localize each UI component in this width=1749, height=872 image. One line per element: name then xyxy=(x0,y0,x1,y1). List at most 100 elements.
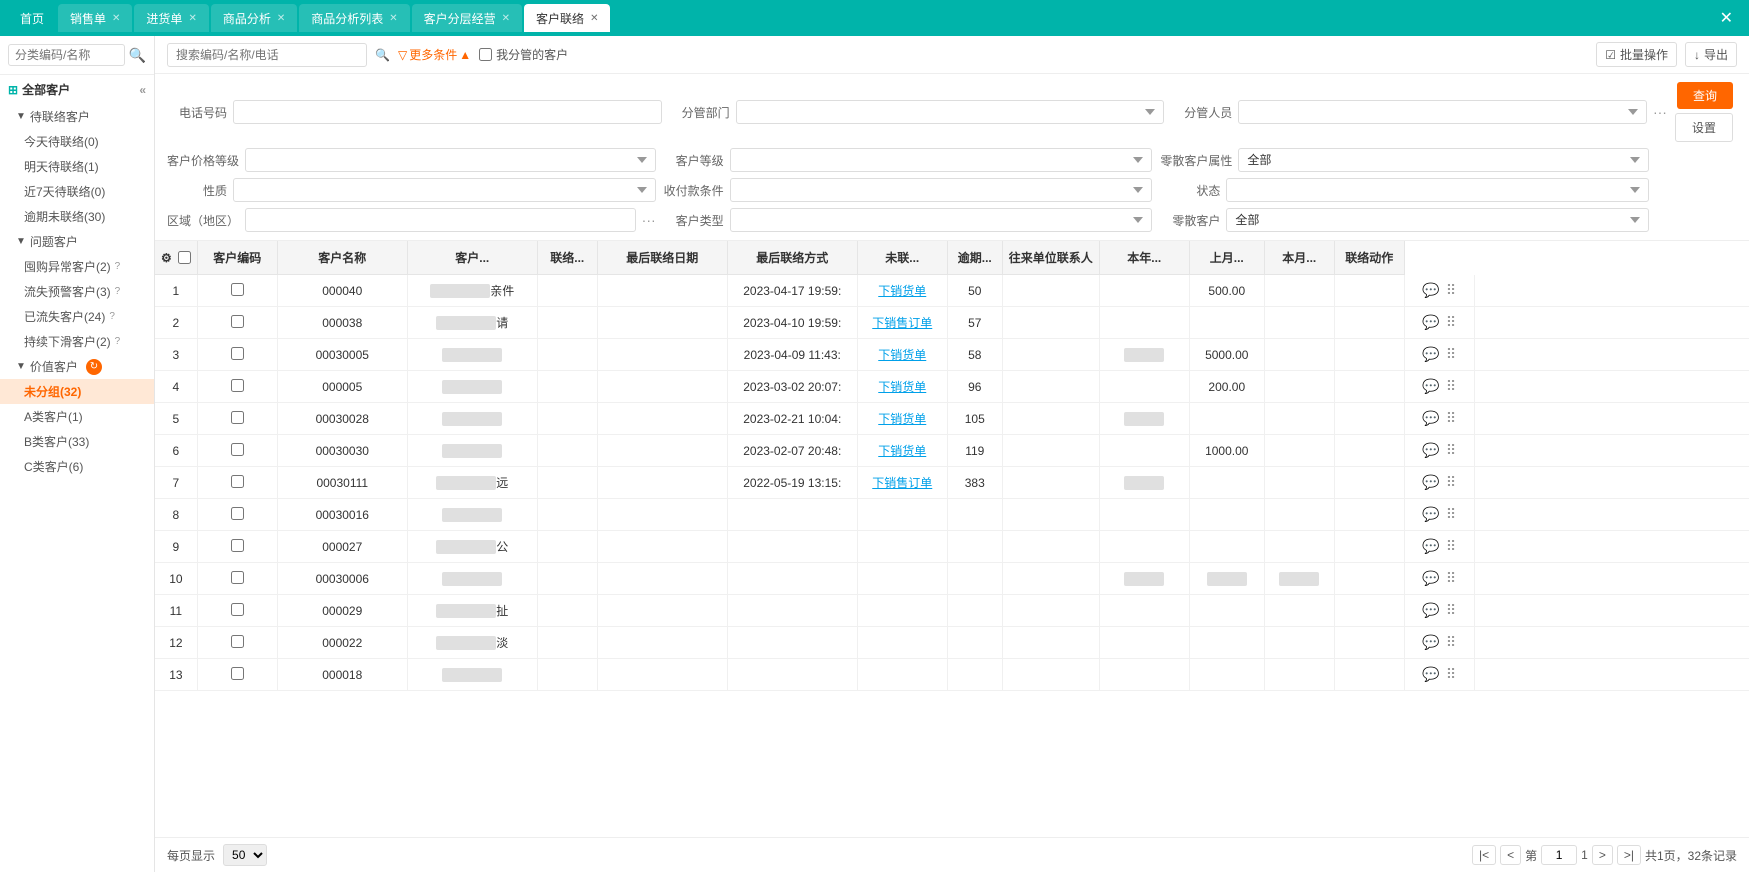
sidebar-item-abnormal[interactable]: 囤购异常客户(2) ? xyxy=(0,254,154,279)
grid-action-icon[interactable]: ⠿ xyxy=(1446,410,1456,427)
chat-icon[interactable]: 💬 xyxy=(1422,314,1439,331)
sidebar-search-input[interactable] xyxy=(8,44,125,66)
dept-select[interactable] xyxy=(736,100,1165,124)
row-checkbox[interactable] xyxy=(231,603,244,616)
col-thismonth-header[interactable]: 本月... xyxy=(1264,241,1334,275)
sidebar-item-churn-warning[interactable]: 流失预警客户(3) ? xyxy=(0,279,154,304)
row-checkbox[interactable] xyxy=(231,475,244,488)
sidebar-item-overdue[interactable]: 逾期未联络(30) xyxy=(0,204,154,229)
region-input[interactable] xyxy=(245,208,636,232)
row-checkbox[interactable] xyxy=(231,411,244,424)
close-icon[interactable]: ✕ xyxy=(590,13,598,24)
last-contact-way[interactable]: 下销货单 xyxy=(878,348,926,362)
query-btn[interactable]: 查询 xyxy=(1677,82,1733,109)
my-customers-checkbox[interactable] xyxy=(479,48,492,61)
close-icon[interactable]: ✕ xyxy=(389,13,397,24)
row-checkbox[interactable] xyxy=(231,539,244,552)
more-conditions-btn[interactable]: ▽ 更多条件 ▲ xyxy=(398,46,471,63)
sidebar-item-ungrouped[interactable]: 未分组(32) xyxy=(0,379,154,404)
phone-input[interactable] xyxy=(233,100,662,124)
grid-action-icon[interactable]: ⠿ xyxy=(1446,346,1456,363)
close-icon[interactable]: ✕ xyxy=(112,13,120,24)
sidebar-item-tomorrow[interactable]: 明天待联络(1) xyxy=(0,154,154,179)
sidebar-item-today[interactable]: 今天待联络(0) xyxy=(0,129,154,154)
pay-select[interactable] xyxy=(730,178,1153,202)
chat-icon[interactable]: 💬 xyxy=(1422,282,1439,299)
value-customer-group[interactable]: ▼ 价值客户 ↻ xyxy=(0,354,154,379)
status-select[interactable] xyxy=(1226,178,1649,202)
last-contact-way[interactable]: 下销售订单 xyxy=(872,316,932,330)
row-checkbox[interactable] xyxy=(231,667,244,680)
grid-action-icon[interactable]: ⠿ xyxy=(1446,282,1456,299)
close-icon[interactable]: ✕ xyxy=(277,13,285,24)
col-thisyear-header[interactable]: 本年... xyxy=(1099,241,1189,275)
col-contact-header[interactable]: 联络... xyxy=(537,241,597,275)
sidebar-item-declining[interactable]: 持续下滑客户(2) ? xyxy=(0,329,154,354)
sidebar-item-7days[interactable]: 近7天待联络(0) xyxy=(0,179,154,204)
last-contact-way[interactable]: 下销货单 xyxy=(878,444,926,458)
nav-tab-customer-contact[interactable]: 客户联络 ✕ xyxy=(524,4,610,32)
last-contact-way[interactable]: 下销售订单 xyxy=(872,476,932,490)
chat-icon[interactable]: 💬 xyxy=(1422,666,1439,683)
my-customers-checkbox-label[interactable]: 我分管的客户 xyxy=(479,46,568,63)
grid-action-icon[interactable]: ⠿ xyxy=(1446,538,1456,555)
chat-icon[interactable]: 💬 xyxy=(1422,442,1439,459)
level-select[interactable] xyxy=(730,148,1153,172)
pending-contact-group[interactable]: ▼ 待联络客户 xyxy=(0,104,154,129)
all-customers-header[interactable]: ⊞ 全部客户 « xyxy=(0,75,154,104)
first-page-btn[interactable]: |< xyxy=(1472,845,1496,865)
attr-select[interactable]: 全部 xyxy=(1238,148,1649,172)
nav-tab-customer-segment[interactable]: 客户分层经营 ✕ xyxy=(412,4,522,32)
col-lastdate-header[interactable]: 最后联络日期 xyxy=(597,241,727,275)
grid-action-icon[interactable]: ⠿ xyxy=(1446,378,1456,395)
collapse-icon[interactable]: « xyxy=(139,83,146,97)
row-checkbox[interactable] xyxy=(231,283,244,296)
row-checkbox[interactable] xyxy=(231,379,244,392)
row-checkbox[interactable] xyxy=(231,315,244,328)
grid-action-icon[interactable]: ⠿ xyxy=(1446,602,1456,619)
grid-action-icon[interactable]: ⠿ xyxy=(1446,666,1456,683)
export-btn[interactable]: ↓ 导出 xyxy=(1685,42,1737,67)
reset-btn[interactable]: 设置 xyxy=(1675,113,1733,142)
chat-icon[interactable]: 💬 xyxy=(1422,538,1439,555)
custtype-select[interactable] xyxy=(730,208,1153,232)
next-page-btn[interactable]: > xyxy=(1592,845,1613,865)
col-unlinked-header[interactable]: 未联... xyxy=(857,241,947,275)
nav-tab-purchase[interactable]: 进货单 ✕ xyxy=(134,4,208,32)
page-input[interactable] xyxy=(1541,845,1577,865)
chat-icon[interactable]: 💬 xyxy=(1422,346,1439,363)
sidebar-search-icon[interactable]: 🔍 xyxy=(129,47,146,64)
grid-action-icon[interactable]: ⠿ xyxy=(1446,474,1456,491)
col-lastmonth-header[interactable]: 上月... xyxy=(1189,241,1264,275)
chat-icon[interactable]: 💬 xyxy=(1422,634,1439,651)
more-dots-icon[interactable]: ··· xyxy=(1653,104,1667,120)
grid-action-icon[interactable]: ⠿ xyxy=(1446,314,1456,331)
row-checkbox[interactable] xyxy=(231,635,244,648)
last-page-btn[interactable]: >| xyxy=(1617,845,1641,865)
row-checkbox[interactable] xyxy=(231,571,244,584)
chat-icon[interactable]: 💬 xyxy=(1422,506,1439,523)
scatter-select[interactable]: 全部 xyxy=(1226,208,1649,232)
col-type-header[interactable]: 客户... xyxy=(407,241,537,275)
col-overdue-header[interactable]: 逾期... xyxy=(947,241,1002,275)
window-close-btn[interactable]: ✕ xyxy=(1712,8,1741,28)
chat-icon[interactable]: 💬 xyxy=(1422,474,1439,491)
nature-select[interactable] xyxy=(233,178,656,202)
problem-customer-group[interactable]: ▼ 问题客户 xyxy=(0,229,154,254)
select-all-checkbox[interactable] xyxy=(178,251,191,264)
search-icon[interactable]: 🔍 xyxy=(375,48,390,62)
sidebar-item-class-c[interactable]: C类客户(6) xyxy=(0,454,154,479)
chat-icon[interactable]: 💬 xyxy=(1422,378,1439,395)
row-checkbox[interactable] xyxy=(231,347,244,360)
sidebar-item-class-b[interactable]: B类客户(33) xyxy=(0,429,154,454)
nav-home[interactable]: 首页 xyxy=(8,10,56,27)
last-contact-way[interactable]: 下销货单 xyxy=(878,380,926,394)
close-icon[interactable]: ✕ xyxy=(188,13,196,24)
page-size-select[interactable]: 50 xyxy=(223,844,267,866)
row-checkbox[interactable] xyxy=(231,507,244,520)
chat-icon[interactable]: 💬 xyxy=(1422,570,1439,587)
nav-tab-product-analysis[interactable]: 商品分析 ✕ xyxy=(211,4,297,32)
grid-action-icon[interactable]: ⠿ xyxy=(1446,570,1456,587)
settings-icon[interactable]: ⚙ xyxy=(161,251,172,265)
grid-action-icon[interactable]: ⠿ xyxy=(1446,506,1456,523)
